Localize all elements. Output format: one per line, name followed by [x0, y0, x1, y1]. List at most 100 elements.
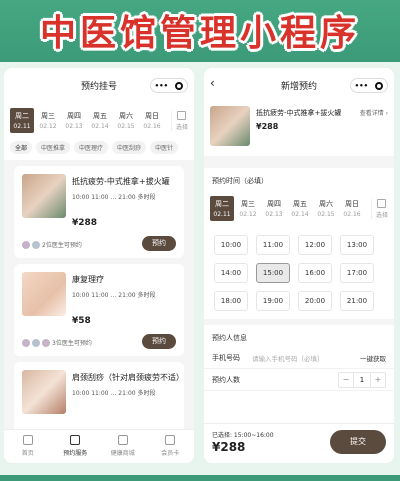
day-date: 02.15 [117, 123, 135, 130]
category-chip[interactable]: 中医推拿 [36, 141, 71, 154]
service-summary: 抵抗疲劳-中式推拿+拔火罐 ¥288 查看详情 › [204, 102, 394, 162]
tab-bar: 首页 预约服务 健康商城 会员卡 [4, 429, 194, 463]
time-slot[interactable]: 20:00 [298, 291, 332, 311]
calendar-picker[interactable]: 选择 [170, 110, 188, 131]
time-slot[interactable]: 17:00 [340, 263, 374, 283]
day-tab[interactable]: 周三 02.12 [236, 196, 260, 221]
time-slot-selected[interactable]: 15:00 [256, 263, 290, 283]
time-slot[interactable]: 10:00 [214, 235, 248, 255]
time-section-title: 预约时间（必填） [204, 162, 394, 190]
decrement-button[interactable]: − [339, 373, 353, 387]
picker-label: 选择 [375, 211, 388, 219]
day-tab[interactable]: 周四 02.13 [262, 196, 286, 221]
view-detail-link[interactable]: 查看详情 › [360, 108, 388, 117]
day-tab[interactable]: 周四 02.13 [62, 108, 86, 133]
day-week: 周六 [319, 200, 333, 208]
service-time: 10:00 11:00 … 21:00 多时段 [72, 194, 156, 201]
doctor-avail: 3位医生可预约 [22, 338, 92, 347]
book-button[interactable]: 预约 [142, 236, 176, 251]
day-date: 02.15 [317, 211, 335, 218]
day-date: 02.12 [39, 123, 57, 130]
banner-title: 中医馆管理小程序 [39, 13, 360, 54]
day-tab[interactable]: 周日 02.16 [340, 196, 364, 221]
tab-member[interactable]: 会员卡 [147, 430, 195, 463]
close-icon[interactable] [375, 81, 384, 90]
get-phone-button[interactable]: 一键获取 [360, 353, 386, 363]
more-icon[interactable]: ••• [355, 82, 368, 90]
category-chip[interactable]: 中医理疗 [74, 141, 109, 154]
picker-label: 选择 [175, 123, 188, 131]
time-slot[interactable]: 18:00 [214, 291, 248, 311]
day-date: 02.14 [291, 211, 309, 218]
tab-label: 健康商城 [110, 450, 135, 457]
mini-program-capsule[interactable]: ••• [150, 78, 188, 93]
day-week: 周三 [241, 200, 255, 208]
book-button[interactable]: 预约 [142, 334, 176, 349]
category-chip[interactable]: 中医针 [150, 141, 179, 154]
card-icon [165, 435, 176, 445]
day-date: 02.16 [343, 211, 361, 218]
category-chip[interactable]: 中医刮痧 [112, 141, 147, 154]
time-slot[interactable]: 11:00 [256, 235, 290, 255]
day-tab[interactable]: 周六 02.15 [314, 196, 338, 221]
service-card[interactable]: 康复理疗 10:00 11:00 … 21:00 多时段 ¥58 3位医生可预约… [14, 264, 184, 356]
calendar-picker[interactable]: 选择 [370, 198, 388, 219]
tab-booking[interactable]: 预约服务 [52, 430, 100, 463]
service-card[interactable]: 抵抗疲劳-中式推拿+拔火罐 10:00 11:00 … 21:00 多时段 ¥2… [14, 166, 184, 258]
more-icon[interactable]: ••• [155, 82, 168, 90]
service-image [22, 174, 66, 218]
day-week: 周四 [67, 112, 81, 120]
count-value[interactable]: 1 [353, 372, 371, 387]
day-date: 02.16 [143, 123, 161, 130]
category-chip[interactable]: 全部 [10, 141, 33, 154]
service-title: 肩颈刮痧（针对肩颈疲劳不适） [72, 373, 184, 382]
service-price: ¥58 [72, 316, 91, 326]
day-week: 周二 [215, 200, 229, 208]
phone-input[interactable]: 请输入手机号码（必填） [252, 353, 324, 363]
mini-program-capsule[interactable]: ••• [350, 78, 388, 93]
tab-home[interactable]: 首页 [4, 430, 52, 463]
service-title: 康复理疗 [72, 275, 104, 284]
day-tab[interactable]: 周五 02.14 [288, 196, 312, 221]
nav-bar: 预约挂号 ••• [4, 68, 194, 102]
day-tab[interactable]: 周二 02.11 [210, 196, 234, 221]
day-tab[interactable]: 周三 02.12 [36, 108, 60, 133]
submit-button[interactable]: 提交 [330, 430, 386, 454]
day-tab[interactable]: 周二 02.11 [10, 108, 34, 133]
doctor-count: 2位医生可预约 [42, 242, 82, 249]
total-price: ¥288 [212, 440, 246, 454]
increment-button[interactable]: + [371, 373, 385, 387]
day-date: 02.11 [13, 123, 31, 130]
time-slot[interactable]: 13:00 [340, 235, 374, 255]
quantity-stepper: − 1 + [338, 371, 386, 388]
page-title: 新增预约 [280, 81, 317, 92]
time-slot[interactable]: 19:00 [256, 291, 290, 311]
time-slot-grid: 10:00 11:00 12:00 13:00 14:00 15:00 16:0… [204, 227, 394, 319]
selected-time: 已选择: 15:00~16:00 [212, 432, 274, 439]
new-booking-screen: ‹ 新增预约 ••• 抵抗疲劳-中式推拿+拔火罐 ¥288 查看详情 › 预约时… [204, 68, 394, 463]
service-time: 10:00 11:00 … 21:00 多时段 [72, 390, 156, 397]
back-icon[interactable]: ‹ [210, 76, 215, 90]
info-section-title: 预约人信息 [204, 319, 394, 347]
service-time: 10:00 11:00 … 21:00 多时段 [72, 292, 156, 299]
time-slot[interactable]: 14:00 [214, 263, 248, 283]
tab-shop[interactable]: 健康商城 [99, 430, 147, 463]
page-title: 预约挂号 [80, 81, 117, 92]
doctor-avail: 2位医生可预约 [22, 240, 82, 249]
day-tab[interactable]: 周六 02.15 [114, 108, 138, 133]
doctor-avatar [22, 240, 30, 249]
day-tab[interactable]: 周五 02.14 [88, 108, 112, 133]
count-row: 预约人数 − 1 + [204, 369, 394, 391]
doctor-avatar [32, 338, 40, 347]
time-slot[interactable]: 12:00 [298, 235, 332, 255]
day-tab[interactable]: 周日 02.16 [140, 108, 164, 133]
tab-label: 会员卡 [161, 450, 180, 457]
day-week: 周四 [267, 200, 281, 208]
time-slot[interactable]: 21:00 [340, 291, 374, 311]
close-icon[interactable] [175, 81, 184, 90]
day-date: 02.13 [65, 123, 83, 130]
day-week: 周六 [119, 112, 133, 120]
service-title: 抵抗疲劳-中式推拿+拔火罐 [72, 177, 170, 186]
time-slot[interactable]: 16:00 [298, 263, 332, 283]
day-week: 周日 [145, 112, 159, 120]
